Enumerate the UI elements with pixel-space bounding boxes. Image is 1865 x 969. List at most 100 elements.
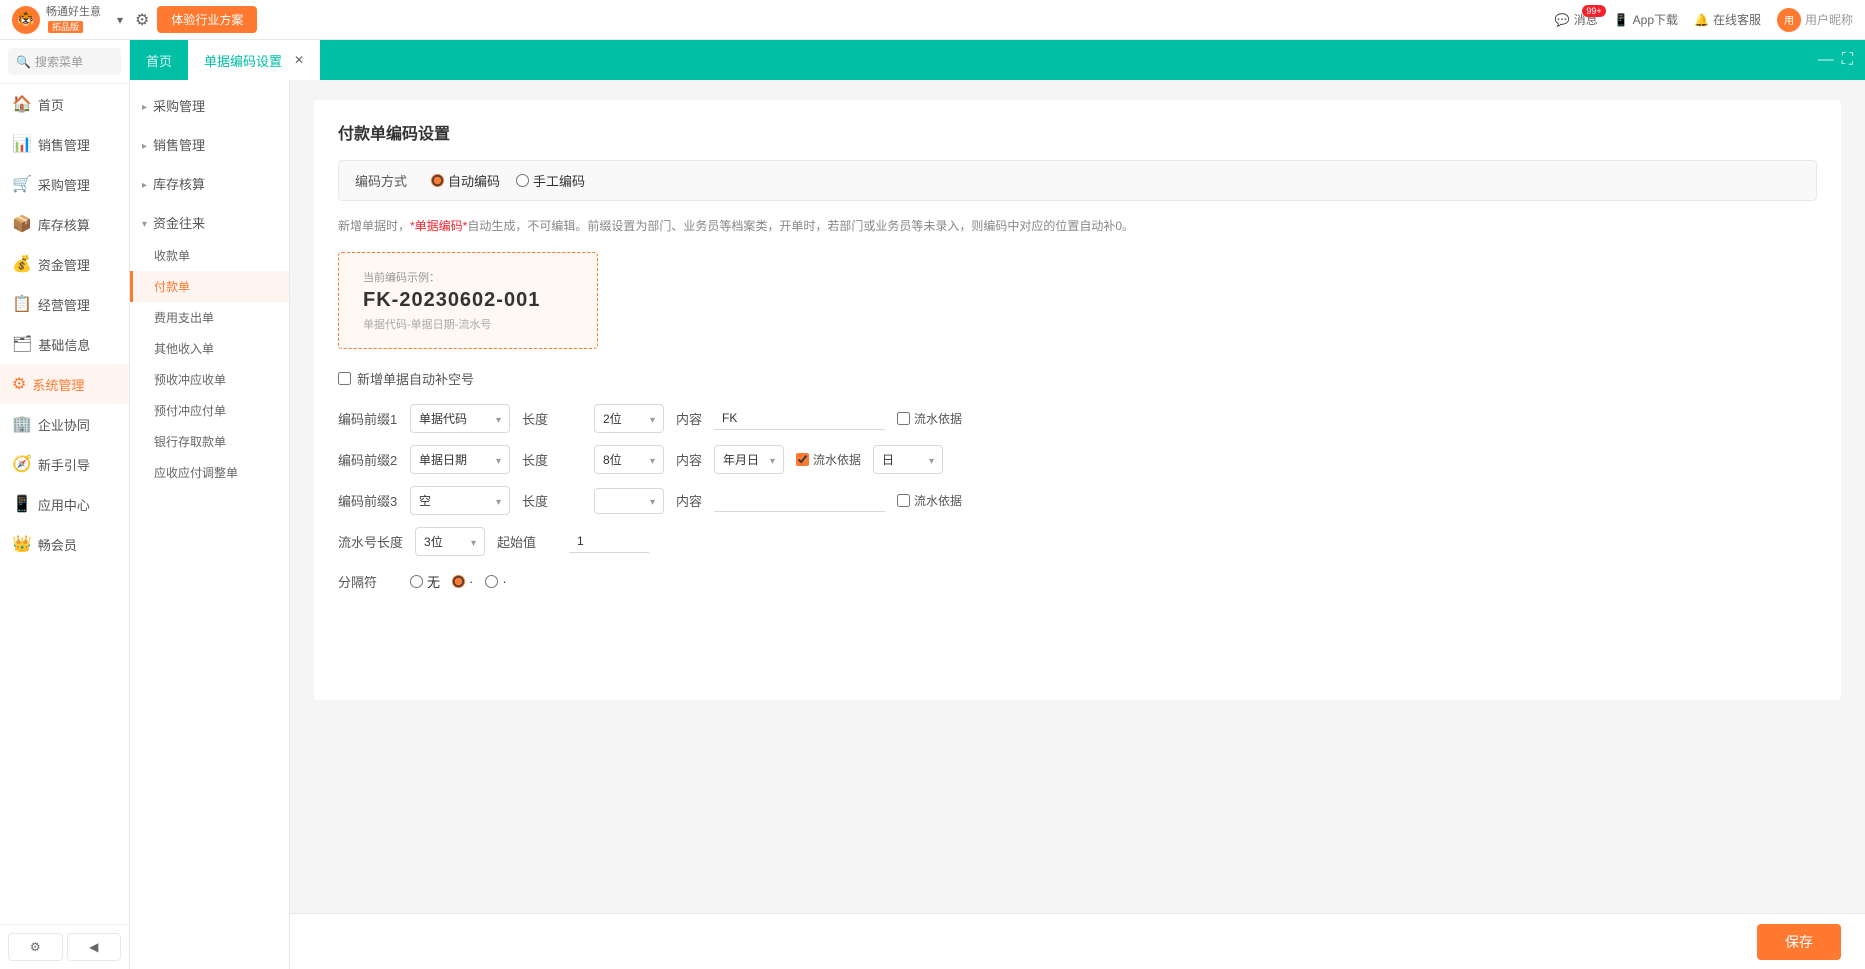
flow1-checkbox[interactable] bbox=[897, 412, 910, 425]
content-panel: 付款单编码设置 编码方式 自动编码 手 bbox=[314, 100, 1841, 700]
search-menu-button[interactable]: 🔍 搜索菜单 bbox=[8, 48, 121, 75]
preview-box: 当前编码示例： FK-20230602-001 单据代码-单据日期-流水号 bbox=[338, 252, 598, 349]
prefix1-label: 编码前缀1 bbox=[338, 409, 398, 428]
tab-code-settings[interactable]: 单据编码设置 ✕ bbox=[188, 40, 320, 80]
serial-length-chevron bbox=[471, 535, 476, 549]
tab-close-icon[interactable]: ✕ bbox=[294, 53, 304, 67]
auto-code-radio[interactable] bbox=[431, 174, 444, 187]
manual-code-radio[interactable] bbox=[516, 174, 529, 187]
sidebar-item-system[interactable]: ⚙ 系统管理 bbox=[0, 364, 129, 404]
sub-group-purchase: 采购管理 bbox=[130, 88, 289, 123]
length2-select[interactable]: 8位 bbox=[594, 445, 664, 474]
user-info[interactable]: 用 用户昵称 bbox=[1777, 8, 1853, 32]
sep-dash-radio[interactable] bbox=[452, 575, 465, 588]
sub-item-payment[interactable]: 付款单 bbox=[130, 271, 289, 302]
sub-header-finance[interactable]: 资金往来 bbox=[130, 205, 289, 240]
sub-item-receipt[interactable]: 收款单 bbox=[130, 240, 289, 271]
flow3-checkbox[interactable] bbox=[897, 494, 910, 507]
sub-header-inventory[interactable]: 库存核算 bbox=[130, 166, 289, 201]
sidebar-item-member[interactable]: 👑 畅会员 bbox=[0, 524, 129, 564]
finance-icon: 💰 bbox=[12, 254, 32, 274]
prefix3-label: 编码前缀3 bbox=[338, 491, 398, 510]
chevron-finance bbox=[142, 215, 149, 230]
message-item[interactable]: 💬 消息 99+ bbox=[1555, 11, 1598, 28]
download-item[interactable]: 📱 App下载 bbox=[1614, 11, 1678, 28]
encoding-radio-group: 自动编码 手工编码 bbox=[431, 171, 585, 190]
nav-dropdown[interactable]: ▾ bbox=[109, 9, 131, 31]
sidebar-item-inventory[interactable]: 📦 库存核算 bbox=[0, 204, 129, 244]
sep-dash-option[interactable]: · bbox=[452, 574, 473, 589]
flow2-checkbox[interactable] bbox=[796, 453, 809, 466]
sub-group-finance: 资金往来 收款单 付款单 费用支出单 其他收入单 预收冲应收单 预付冲应付单 银… bbox=[130, 205, 289, 488]
encoding-mode-label: 编码方式 bbox=[355, 171, 407, 190]
start-value-input[interactable] bbox=[569, 530, 649, 553]
member-icon: 👑 bbox=[12, 534, 32, 554]
sidebar-item-enterprise[interactable]: 🏢 企业协同 bbox=[0, 404, 129, 444]
save-button[interactable]: 保存 bbox=[1757, 924, 1841, 960]
sub-item-advance-receivable[interactable]: 预收冲应收单 bbox=[130, 364, 289, 395]
sub-item-bank-deposit[interactable]: 银行存取款单 bbox=[130, 426, 289, 457]
prefix3-chevron bbox=[496, 494, 501, 508]
sep-dot-radio[interactable] bbox=[485, 575, 498, 588]
content2-select[interactable]: 年月日 bbox=[714, 445, 784, 474]
sub-item-other-income[interactable]: 其他收入单 bbox=[130, 333, 289, 364]
flow2-label: 流水依据 bbox=[813, 451, 861, 468]
sub-header-sales[interactable]: 销售管理 bbox=[130, 127, 289, 162]
sidebar-item-finance[interactable]: 💰 资金管理 bbox=[0, 244, 129, 284]
prefix2-row: 编码前缀2 单据日期 长度 8位 内容 bbox=[338, 445, 1817, 474]
flow3-label: 流水依据 bbox=[914, 492, 962, 509]
manual-code-option[interactable]: 手工编码 bbox=[516, 171, 585, 190]
length1-select[interactable]: 2位 bbox=[594, 404, 664, 433]
sidebar-item-apps[interactable]: 📱 应用中心 bbox=[0, 484, 129, 524]
guide-icon: 🧭 bbox=[12, 454, 32, 474]
sidebar-item-purchase[interactable]: 🛒 采购管理 bbox=[0, 164, 129, 204]
top-bar: 🐯 畅通好生意 拓品版 ▾ ⚙ 体验行业方案 💬 消息 99+ 📱 App下载 … bbox=[0, 0, 1865, 40]
flow2-unit-chevron bbox=[929, 453, 934, 467]
page-title: 付款单编码设置 bbox=[338, 120, 1817, 144]
settings-icon[interactable]: ⚙ bbox=[135, 10, 149, 30]
serial-row: 流水号长度 3位 起始值 bbox=[338, 527, 1817, 556]
flow2-checkbox-group: 流水依据 bbox=[796, 451, 861, 468]
flow1-label: 流水依据 bbox=[914, 410, 962, 427]
sub-item-ap-adjustment[interactable]: 应收应付调整单 bbox=[130, 457, 289, 488]
sub-item-expense[interactable]: 费用支出单 bbox=[130, 302, 289, 333]
serial-length-select[interactable]: 3位 bbox=[415, 527, 485, 556]
serial-length-label: 流水号长度 bbox=[338, 532, 403, 551]
service-item[interactable]: 🔔 在线客服 bbox=[1694, 11, 1761, 28]
sep-dot-option[interactable]: · bbox=[485, 574, 506, 589]
sidebar-item-basic[interactable]: 🗂 基础信息 bbox=[0, 324, 129, 364]
sidebar-item-sales[interactable]: 📊 销售管理 bbox=[0, 124, 129, 164]
sub-group-inventory: 库存核算 bbox=[130, 166, 289, 201]
length3-select[interactable] bbox=[594, 488, 664, 514]
operations-icon: 📋 bbox=[12, 294, 32, 314]
sidebar-collapse-button[interactable]: ◀ bbox=[67, 933, 122, 961]
length2-chevron bbox=[650, 453, 655, 467]
content2-label: 内容 bbox=[676, 450, 702, 469]
auto-code-option[interactable]: 自动编码 bbox=[431, 171, 500, 190]
auto-fill-checkbox[interactable] bbox=[338, 372, 351, 385]
tab-maximize-icon[interactable]: ⛶ bbox=[1842, 51, 1853, 69]
sidebar-item-home[interactable]: 🏠 首页 bbox=[0, 84, 129, 124]
sub-item-advance-payable[interactable]: 预付冲应付单 bbox=[130, 395, 289, 426]
flow2-unit-select[interactable]: 日 bbox=[873, 445, 943, 474]
sep-none-radio[interactable] bbox=[410, 575, 423, 588]
sub-header-purchase[interactable]: 采购管理 bbox=[130, 88, 289, 123]
system-icon: ⚙ bbox=[12, 374, 26, 394]
description-text: 新增单据时，*单据编码*自动生成，不可编辑。前缀设置为部门、业务员等档案类，开单… bbox=[338, 217, 1817, 236]
download-icon: 📱 bbox=[1614, 13, 1629, 27]
sidebar-search: 🔍 搜索菜单 bbox=[0, 40, 129, 84]
prefix1-select[interactable]: 单据代码 bbox=[410, 404, 510, 433]
content2-chevron bbox=[770, 453, 775, 467]
sep-none-option[interactable]: 无 bbox=[410, 572, 440, 591]
start-value-label: 起始值 bbox=[497, 532, 557, 551]
apps-icon: 📱 bbox=[12, 494, 32, 514]
trial-button[interactable]: 体验行业方案 bbox=[157, 6, 257, 33]
prefix3-select[interactable]: 空 bbox=[410, 486, 510, 515]
sidebar-item-operations[interactable]: 📋 经营管理 bbox=[0, 284, 129, 324]
sidebar-item-guide[interactable]: 🧭 新手引导 bbox=[0, 444, 129, 484]
length3-label: 长度 bbox=[522, 491, 582, 510]
tab-minimize-icon[interactable]: — bbox=[1818, 51, 1834, 69]
sidebar-settings-button[interactable]: ⚙ bbox=[8, 933, 63, 961]
prefix2-select[interactable]: 单据日期 bbox=[410, 445, 510, 474]
tab-home[interactable]: 首页 bbox=[130, 40, 188, 80]
